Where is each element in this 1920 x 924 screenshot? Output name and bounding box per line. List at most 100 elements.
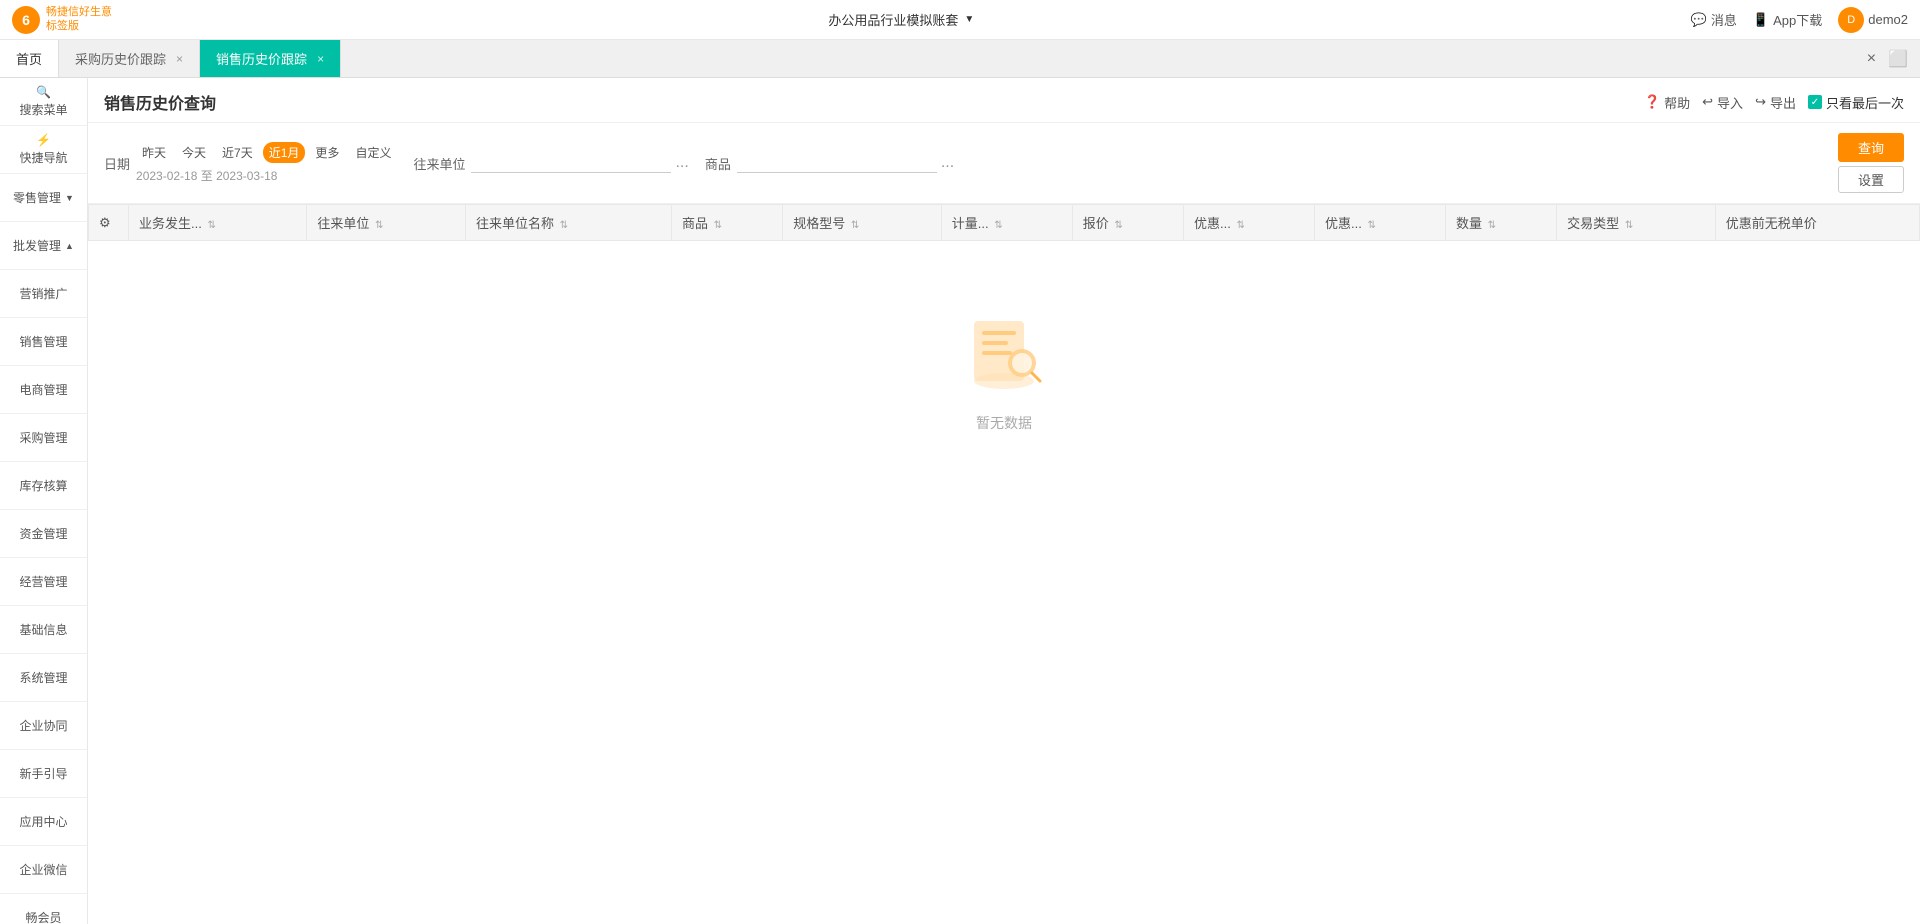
sidebar-item-system[interactable]: 系统管理 [0, 654, 87, 702]
sidebar-item-purchase-mgmt[interactable]: 采购管理 [0, 414, 87, 462]
table-col-discount1[interactable]: 优惠... ⇅ [1184, 205, 1315, 241]
sales-tab-close[interactable]: × [317, 52, 324, 66]
top-bar: 6 畅捷信好生意 标签版 办公用品行业模拟账套 ▼ 💬 消息 📱 App下载 D… [0, 0, 1920, 40]
goods-filter-group: 商品 ... [705, 153, 954, 173]
sidebar-item-basic[interactable]: 基础信息 [0, 606, 87, 654]
sidebar-item-sales-mgmt[interactable]: 销售管理 [0, 318, 87, 366]
sidebar-item-finance[interactable]: 资金管理 [0, 510, 87, 558]
purchase-tab-close[interactable]: × [176, 52, 183, 66]
sidebar-item-guide[interactable]: 新手引导 [0, 750, 87, 798]
query-button[interactable]: 查询 [1838, 133, 1904, 162]
phone-icon: 📱 [1753, 12, 1769, 28]
table-col-partner-name[interactable]: 往来单位名称 ⇅ [465, 205, 671, 241]
sidebar-item-ecommerce[interactable]: 电商管理 [0, 366, 87, 414]
tab-close-all-btn[interactable]: × [1867, 50, 1876, 68]
message-btn[interactable]: 💬 消息 [1691, 10, 1737, 29]
partner-label: 往来单位 [413, 154, 465, 173]
export-btn[interactable]: ↪ 导出 [1755, 93, 1796, 112]
date-buttons: 昨天 今天 近7天 近1月 更多 自定义 [136, 142, 397, 163]
only-last-checkbox[interactable]: ✓ 只看最后一次 [1808, 93, 1904, 112]
logo-area: 6 畅捷信好生意 标签版 [12, 6, 112, 34]
sidebar-item-vip[interactable]: 畅会员 [0, 894, 87, 924]
app-selector[interactable]: 办公用品行业模拟账套 ▼ [828, 10, 974, 29]
home-tab-label: 首页 [16, 49, 42, 68]
table-col-quantity[interactable]: 数量 ⇅ [1445, 205, 1556, 241]
date-btn-more[interactable]: 更多 [309, 142, 345, 163]
date-btn-custom[interactable]: 自定义 [349, 142, 397, 163]
sidebar-item-wechat[interactable]: 企业微信 [0, 846, 87, 894]
tab-sales[interactable]: 销售历史价跟踪 × [200, 40, 341, 77]
top-bar-left: 6 畅捷信好生意 标签版 [12, 6, 112, 34]
table-col-quote[interactable]: 报价 ⇅ [1072, 205, 1183, 241]
date-btn-yesterday[interactable]: 昨天 [136, 142, 172, 163]
table-col-settings[interactable]: ⚙ [89, 205, 129, 241]
tab-bar: 首页 采购历史价跟踪 × 销售历史价跟踪 × × ⬜ [0, 40, 1920, 78]
avatar: D [1838, 7, 1864, 33]
table-col-discount2[interactable]: 优惠... ⇅ [1314, 205, 1445, 241]
app-download-btn[interactable]: 📱 App下载 [1753, 10, 1822, 29]
wholesale-arrow: ▲ [65, 241, 74, 251]
tab-home[interactable]: 首页 [0, 40, 59, 77]
table-col-partner-code[interactable]: 往来单位 ⇅ [307, 205, 466, 241]
shortcut-icon: ⚡ [36, 133, 51, 147]
main-area: 🔍 搜索菜单 ⚡ 快捷导航 零售管理 ▼ 批发管理 ▲ 营销推广 销售管理 电商… [0, 78, 1920, 924]
import-icon: ↩ [1702, 94, 1713, 110]
top-bar-right: 💬 消息 📱 App下载 D demo2 [1691, 7, 1908, 33]
partner-input-wrap: ... [471, 153, 688, 173]
page-content: 销售历史价查询 ❓ 帮助 ↩ 导入 ↪ 导出 ✓ 只看最后一次 [88, 78, 1920, 924]
partner-filter-group: 往来单位 ... [413, 153, 688, 173]
retail-arrow: ▼ [65, 193, 74, 203]
table-col-biz-date[interactable]: 业务发生... ⇅ [129, 205, 307, 241]
goods-input-wrap: ... [737, 153, 954, 173]
tab-fullscreen-btn[interactable]: ⬜ [1888, 49, 1908, 69]
sort-icon-trade-type: ⇅ [1625, 220, 1633, 231]
table-col-spec[interactable]: 规格型号 ⇅ [783, 205, 942, 241]
sort-icon-unit: ⇅ [994, 220, 1002, 231]
date-btn-today[interactable]: 今天 [176, 142, 212, 163]
goods-dots-btn[interactable]: ... [941, 154, 954, 172]
sidebar-item-search[interactable]: 🔍 搜索菜单 [0, 78, 87, 126]
help-btn[interactable]: ❓ 帮助 [1644, 93, 1690, 112]
user-area[interactable]: D demo2 [1838, 7, 1908, 33]
table-col-goods[interactable]: 商品 ⇅ [671, 205, 782, 241]
partner-input[interactable] [471, 153, 671, 173]
date-filter-group: 日期 昨天 今天 近7天 近1月 更多 自定义 2023-02-18 至 202… [104, 142, 397, 184]
filter-actions: 查询 设置 [1838, 133, 1904, 193]
date-btn-7days[interactable]: 近7天 [216, 142, 259, 163]
app-selector-arrow: ▼ [964, 14, 974, 25]
empty-icon [954, 301, 1054, 401]
sidebar-item-inventory[interactable]: 库存核算 [0, 462, 87, 510]
export-icon: ↪ [1755, 94, 1766, 110]
sidebar-item-operations[interactable]: 经营管理 [0, 558, 87, 606]
sidebar-item-shortcut[interactable]: ⚡ 快捷导航 [0, 126, 87, 174]
checkbox-icon: ✓ [1808, 95, 1822, 109]
sort-icon-quantity: ⇅ [1488, 220, 1496, 231]
page-header-actions: ❓ 帮助 ↩ 导入 ↪ 导出 ✓ 只看最后一次 [1644, 93, 1904, 112]
message-icon: 💬 [1691, 12, 1707, 28]
help-icon: ❓ [1644, 94, 1660, 110]
sidebar-item-marketing[interactable]: 营销推广 [0, 270, 87, 318]
page-header: 销售历史价查询 ❓ 帮助 ↩ 导入 ↪ 导出 ✓ 只看最后一次 [88, 78, 1920, 123]
import-btn[interactable]: ↩ 导入 [1702, 93, 1743, 112]
logo-text: 畅捷信好生意 标签版 [46, 6, 112, 32]
table-wrap: ⚙ 业务发生... ⇅ 往来单位 ⇅ 往来单位名称 ⇅ [88, 204, 1920, 924]
sort-icon-discount1: ⇅ [1236, 220, 1244, 231]
settings-button[interactable]: 设置 [1838, 166, 1904, 193]
date-btn-1month[interactable]: 近1月 [263, 142, 306, 163]
sidebar-item-retail[interactable]: 零售管理 ▼ [0, 174, 87, 222]
tab-purchase[interactable]: 采购历史价跟踪 × [59, 40, 200, 77]
sort-icon-goods: ⇅ [714, 220, 722, 231]
sidebar-item-wholesale[interactable]: 批发管理 ▲ [0, 222, 87, 270]
table-col-unit[interactable]: 计量... ⇅ [941, 205, 1072, 241]
empty-text: 暂无数据 [976, 413, 1032, 433]
sales-tab-label: 销售历史价跟踪 [216, 49, 307, 68]
logo-icon: 6 [12, 6, 40, 34]
table-col-trade-type[interactable]: 交易类型 ⇅ [1557, 205, 1716, 241]
sidebar-item-app-center[interactable]: 应用中心 [0, 798, 87, 846]
table-col-no-tax-price[interactable]: 优惠前无税单价 [1715, 205, 1919, 241]
sidebar-item-corp[interactable]: 企业协同 [0, 702, 87, 750]
goods-input[interactable] [737, 153, 937, 173]
partner-dots-btn[interactable]: ... [675, 154, 688, 172]
filter-area: 日期 昨天 今天 近7天 近1月 更多 自定义 2023-02-18 至 202… [88, 123, 1920, 204]
sort-icon-biz-date: ⇅ [207, 220, 215, 231]
